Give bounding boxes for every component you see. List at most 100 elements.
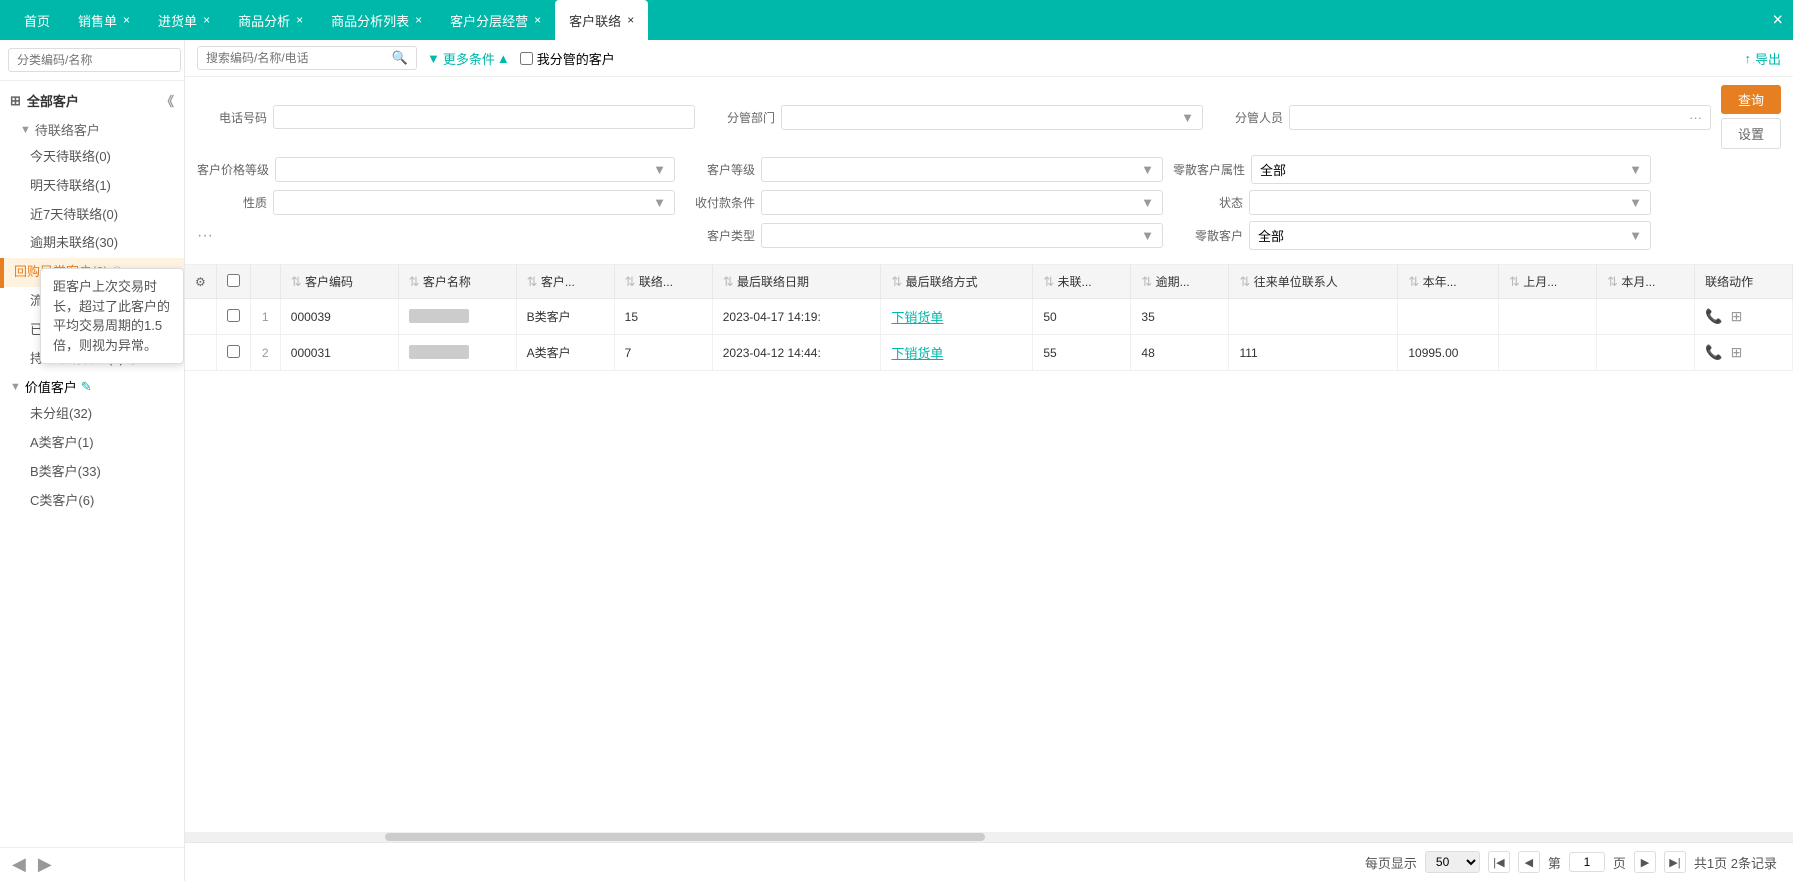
- query-btn[interactable]: 查询: [1721, 85, 1781, 114]
- tree-item-7days[interactable]: 近7天待联络(0): [0, 201, 184, 230]
- filter-nature-select[interactable]: ▼: [273, 190, 675, 215]
- filter-status-select[interactable]: ▼: [1249, 190, 1651, 215]
- tree-section-pending[interactable]: ▼ 待联络客户: [0, 116, 184, 143]
- per-page-select[interactable]: 50 100 200: [1425, 851, 1480, 873]
- filter-label-person: 分管人员: [1213, 109, 1283, 126]
- action-grid-icon[interactable]: ⊞: [1731, 344, 1743, 361]
- table-header-row: ⚙ ⇅ 客户编码 ⇅ 客户名称 ⇅ 客户... ⇅ 联络... ⇅ 最后联络日期…: [185, 265, 1793, 299]
- nav-product-analysis-list[interactable]: 商品分析列表 ×: [317, 0, 436, 40]
- page-end-label: 页: [1613, 853, 1626, 872]
- cell-code: 000039: [280, 299, 398, 335]
- filter-phone-input[interactable]: [273, 105, 695, 129]
- filter-payment-select[interactable]: ▼: [761, 190, 1163, 215]
- cell-last-method: 下销货单: [881, 299, 1033, 335]
- main-search-icon[interactable]: 🔍: [392, 50, 408, 66]
- dropdown-arrow-icon: ▼: [1181, 110, 1194, 125]
- nav-purchase[interactable]: 进货单 ×: [144, 0, 224, 40]
- table-row: 2 000031 A类客户 7 2023-04-12 14:44: 下销货单 5…: [185, 335, 1793, 371]
- sort-icon4: ⇅: [625, 274, 636, 289]
- cell-this-year: 10995.00: [1398, 335, 1499, 371]
- nav-contact-close[interactable]: ×: [627, 13, 634, 27]
- nav-sales[interactable]: 销售单 ×: [64, 0, 144, 40]
- table-body: 1 000039 B类客户 15 2023-04-17 14:19: 下销货单 …: [185, 299, 1793, 371]
- nav-purchase-close[interactable]: ×: [203, 13, 210, 27]
- nav-product-analysis[interactable]: 商品分析 ×: [224, 0, 317, 40]
- nav-home[interactable]: 首页: [10, 0, 64, 40]
- app-root: 首页 销售单 × 进货单 × 商品分析 × 商品分析列表 × 客户分层经营 × …: [0, 0, 1793, 881]
- cell-num: 2: [250, 335, 280, 371]
- action-phone-icon[interactable]: 📞: [1705, 308, 1722, 325]
- nav-product-analysis-close[interactable]: ×: [296, 13, 303, 27]
- page-number-input[interactable]: [1569, 852, 1605, 872]
- ellipsis-btn[interactable]: ···: [197, 227, 213, 245]
- tree-item-a-class[interactable]: A类客户(1): [0, 429, 184, 458]
- action-grid-icon[interactable]: ⊞: [1731, 308, 1743, 325]
- chevron-up-icon: ▲: [497, 51, 510, 66]
- main-search-input[interactable]: [206, 51, 388, 65]
- filter-label-payment: 收付款条件: [685, 194, 755, 211]
- cell-unit-contact: [1229, 299, 1398, 335]
- filter-dept-select[interactable]: ▼: [781, 105, 1203, 130]
- filter-price-grade-select[interactable]: ▼: [275, 157, 675, 182]
- col-grade: ⇅ 客户...: [516, 265, 614, 299]
- chevron-down-icon8: ▼: [1629, 228, 1642, 243]
- arrow-down-icon: ▼: [20, 124, 31, 136]
- filter-cell-status: 状态 ▼: [1173, 190, 1651, 215]
- col-contact: ⇅ 联络...: [614, 265, 712, 299]
- customer-table: ⚙ ⇅ 客户编码 ⇅ 客户名称 ⇅ 客户... ⇅ 联络... ⇅ 最后联络日期…: [185, 265, 1793, 371]
- settings-btn[interactable]: 设置: [1721, 118, 1781, 149]
- first-page-btn[interactable]: |◀: [1488, 851, 1510, 873]
- col-settings[interactable]: ⚙: [185, 265, 216, 299]
- filter-scatter-cust-select[interactable]: 全部 ▼: [1249, 221, 1651, 250]
- action-phone-icon[interactable]: 📞: [1705, 344, 1722, 361]
- more-conditions-btn[interactable]: ▼ 更多条件 ▲: [427, 49, 510, 68]
- cell-settings: [185, 299, 216, 335]
- sidebar-prev-btn[interactable]: ◀: [8, 852, 30, 877]
- table-footer: 每页显示 50 100 200 |◀ ◀ 第 页 ▶ ▶| 共1页 2条记录: [185, 842, 1793, 881]
- filter-bar: 🔍 ▼ 更多条件 ▲ 我分管的客户 ↑ 导出: [185, 40, 1793, 77]
- select-all-checkbox[interactable]: [227, 274, 240, 287]
- collapse-btn[interactable]: 《: [161, 91, 174, 110]
- cell-overdue: 48: [1131, 335, 1229, 371]
- prev-page-btn[interactable]: ◀: [1518, 851, 1540, 873]
- h-scrollbar-thumb[interactable]: [385, 833, 985, 841]
- chevron-down-icon5: ▼: [1141, 195, 1154, 210]
- cell-overdue: 35: [1131, 299, 1229, 335]
- sidebar-next-btn[interactable]: ▶: [34, 852, 56, 877]
- nav-product-list-close[interactable]: ×: [415, 13, 422, 27]
- tree-item-ungroup[interactable]: 未分组(32): [0, 400, 184, 429]
- cell-checkbox[interactable]: [216, 335, 250, 371]
- cell-checkbox[interactable]: [216, 299, 250, 335]
- my-customer-checkbox[interactable]: [520, 52, 533, 65]
- col-checkbox[interactable]: [216, 265, 250, 299]
- cell-this-month: [1597, 299, 1695, 335]
- sidebar-search-input[interactable]: [8, 48, 181, 72]
- export-btn[interactable]: ↑ 导出: [1744, 49, 1781, 68]
- chevron-down-icon4: ▼: [653, 195, 666, 210]
- last-page-btn[interactable]: ▶|: [1664, 851, 1686, 873]
- filter-cust-type-select[interactable]: ▼: [761, 223, 1163, 248]
- filter-person-select[interactable]: ···: [1289, 105, 1711, 130]
- h-scrollbar[interactable]: [185, 832, 1793, 842]
- tree-item-c-class[interactable]: C类客户(6): [0, 487, 184, 516]
- filter-cell-payment: 收付款条件 ▼: [685, 190, 1163, 215]
- nav-customer-segment[interactable]: 客户分层经营 ×: [436, 0, 555, 40]
- edit-value-icon[interactable]: ✎: [81, 379, 92, 395]
- next-page-btn[interactable]: ▶: [1634, 851, 1656, 873]
- tree-item-tomorrow[interactable]: 明天待联络(1): [0, 172, 184, 201]
- my-customer-wrap: 我分管的客户: [520, 49, 615, 68]
- filter-cust-grade-select[interactable]: ▼: [761, 157, 1163, 182]
- filter-label-scatter-attr: 零散客户属性: [1173, 161, 1245, 178]
- chevron-down-icon2: ▼: [1141, 162, 1154, 177]
- tree-item-b-class[interactable]: B类客户(33): [0, 458, 184, 487]
- nav-segment-close[interactable]: ×: [534, 13, 541, 27]
- all-customers-header[interactable]: ⊞ 全部客户 《: [0, 85, 184, 116]
- nav-customer-contact[interactable]: 客户联络 ×: [555, 0, 648, 40]
- filter-scatter-attr-select[interactable]: 全部 ▼: [1251, 155, 1651, 184]
- chevron-down-icon7: ▼: [1141, 228, 1154, 243]
- tree-item-today[interactable]: 今天待联络(0): [0, 143, 184, 172]
- col-num: [250, 265, 280, 299]
- tree-item-overdue[interactable]: 逾期未联络(30): [0, 229, 184, 258]
- nav-sales-close[interactable]: ×: [123, 13, 130, 27]
- nav-close-all-btn[interactable]: ×: [1772, 10, 1783, 31]
